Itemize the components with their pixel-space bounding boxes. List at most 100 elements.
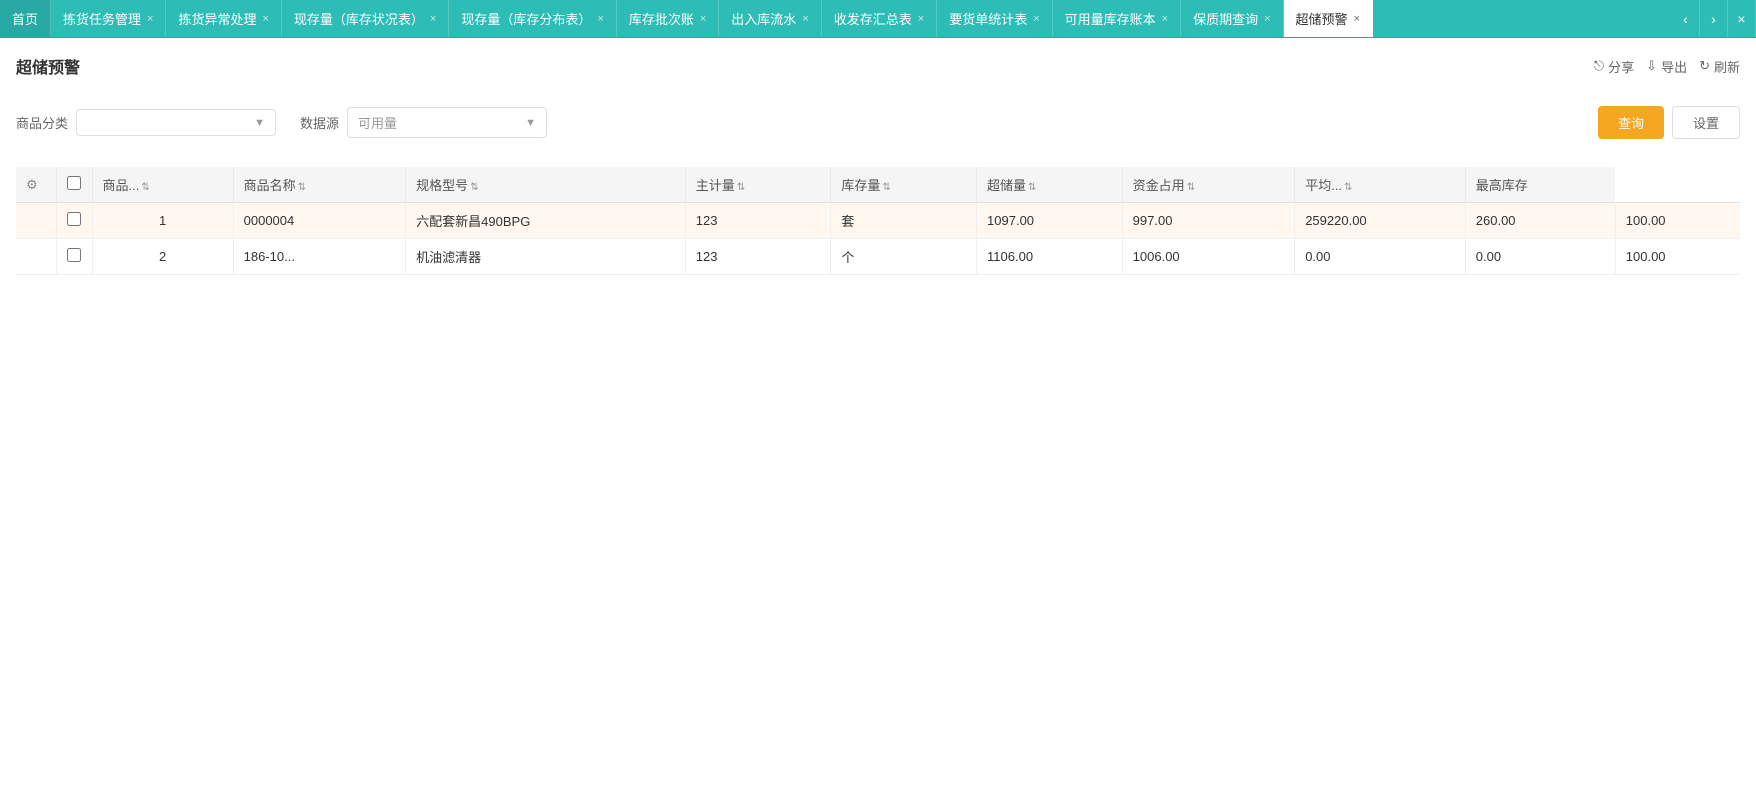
- col-settings: ⚙: [16, 167, 56, 203]
- export-label: 导出: [1661, 57, 1687, 76]
- filter-area: 商品分类 ▼ 数据源 可用量 ▼ 查询 设置: [16, 94, 1740, 151]
- row-max-stock: 100.00: [1615, 203, 1740, 239]
- nav-item-task-mgmt[interactable]: 拣货任务管理 ×: [51, 0, 166, 37]
- page-header: 超储预警 ⎋ 分享 ⇩ 导出 ↻ 刷新: [16, 54, 1740, 78]
- col-product-code[interactable]: 商品...⇅: [92, 167, 233, 203]
- row-overstock-qty: 1006.00: [1122, 239, 1295, 275]
- category-filter: 商品分类 ▼: [16, 109, 276, 136]
- nav-close-icon[interactable]: ×: [597, 13, 603, 25]
- col-stock-qty[interactable]: 库存量⇅: [831, 167, 977, 203]
- row-max-stock: 100.00: [1615, 239, 1740, 275]
- row-product-code: 186-10...: [233, 239, 406, 275]
- data-table: ⚙ 商品...⇅ 商品名称⇅ 规格型号⇅ 主计量⇅ 库存量⇅ 超储量⇅ 资金占用…: [16, 167, 1740, 275]
- nav-close-icon[interactable]: ×: [1354, 13, 1360, 25]
- row-product-name: 六配套新昌490BPG: [406, 203, 686, 239]
- nav-close-icon[interactable]: ×: [802, 13, 808, 25]
- share-button[interactable]: ⎋ 分享: [1594, 57, 1634, 76]
- row-overstock-qty: 997.00: [1122, 203, 1295, 239]
- nav-close-icon[interactable]: ×: [1264, 13, 1270, 25]
- col-capital-occ[interactable]: 资金占用⇅: [1122, 167, 1295, 203]
- nav-item-stock-status[interactable]: 现存量（库存状况表） ×: [282, 0, 449, 37]
- col-spec[interactable]: 规格型号⇅: [406, 167, 686, 203]
- nav-close-icon[interactable]: ×: [700, 13, 706, 25]
- nav-item-label: 现存量（库存状况表）: [294, 9, 424, 28]
- nav-item-exception-proc[interactable]: 拣货异常处理×: [166, 0, 281, 37]
- nav-item-label: 保质期查询: [1193, 9, 1258, 28]
- table-header-row: ⚙ 商品...⇅ 商品名称⇅ 规格型号⇅ 主计量⇅ 库存量⇅ 超储量⇅ 资金占用…: [16, 167, 1740, 203]
- nav-item-order-stats[interactable]: 要货单统计表 ×: [937, 0, 1052, 37]
- nav-item-stock-batch[interactable]: 库存批次账×: [617, 0, 719, 37]
- datasource-select-value: 可用量: [358, 113, 397, 132]
- row-gear-cell: [16, 203, 56, 239]
- row-capital-occ: 0.00: [1295, 239, 1466, 275]
- nav-close-icon[interactable]: ×: [430, 13, 436, 25]
- row-avg: 0.00: [1465, 239, 1615, 275]
- nav-prev-arrow[interactable]: ‹: [1672, 0, 1700, 37]
- refresh-icon: ↻: [1699, 58, 1710, 74]
- top-navigation: 首页拣货任务管理×拣货异常处理×现存量（库存状况表）×现存量（库存分布表）×库存…: [0, 0, 1756, 38]
- row-product-code: 0000004: [233, 203, 406, 239]
- nav-more-arrow[interactable]: ×: [1728, 0, 1756, 37]
- nav-item-in-out-flow[interactable]: 出入库流水 ×: [719, 0, 821, 37]
- row-stock-qty: 1097.00: [977, 203, 1123, 239]
- row-unit: 套: [831, 203, 977, 239]
- col-product-name[interactable]: 商品名称⇅: [233, 167, 406, 203]
- row-number: 1: [92, 203, 233, 239]
- nav-item-label: 要货单统计表: [949, 9, 1027, 28]
- nav-next-arrow[interactable]: ›: [1700, 0, 1728, 37]
- row-spec: 123: [685, 203, 831, 239]
- nav-item-stock-dist[interactable]: 现存量（库存分布表） ×: [449, 0, 616, 37]
- datasource-label: 数据源: [300, 113, 339, 132]
- share-label: 分享: [1608, 57, 1634, 76]
- settings-gear-icon[interactable]: ⚙: [26, 177, 38, 192]
- col-avg[interactable]: 平均...⇅: [1295, 167, 1466, 203]
- nav-item-avail-stock[interactable]: 可用量库存账本 ×: [1053, 0, 1181, 37]
- row-gear-cell: [16, 239, 56, 275]
- refresh-button[interactable]: ↻ 刷新: [1699, 57, 1740, 76]
- select-all-checkbox[interactable]: [67, 176, 81, 190]
- row-avg: 260.00: [1465, 203, 1615, 239]
- page-actions: ⎋ 分享 ⇩ 导出 ↻ 刷新: [1594, 57, 1740, 76]
- table-row: 1 0000004 六配套新昌490BPG 123 套 1097.00 997.…: [16, 203, 1740, 239]
- nav-item-label: 出入库流水: [731, 9, 796, 28]
- nav-close-icon[interactable]: ×: [262, 13, 268, 25]
- row-product-name: 机油滤清器: [406, 239, 686, 275]
- nav-item-recv-send[interactable]: 收发存汇总表 ×: [822, 0, 937, 37]
- settings-button[interactable]: 设置: [1672, 106, 1740, 139]
- nav-item-label: 可用量库存账本: [1065, 9, 1156, 28]
- nav-item-label: 收发存汇总表: [834, 9, 912, 28]
- nav-close-icon[interactable]: ×: [1033, 13, 1039, 25]
- row-unit: 个: [831, 239, 977, 275]
- export-icon: ⇩: [1646, 58, 1657, 74]
- nav-close-icon[interactable]: ×: [918, 13, 924, 25]
- nav-close-icon[interactable]: ×: [1162, 13, 1168, 25]
- datasource-filter: 数据源 可用量 ▼: [300, 107, 547, 138]
- page-container: 超储预警 ⎋ 分享 ⇩ 导出 ↻ 刷新 商品分类 ▼ 数据源: [0, 38, 1756, 800]
- row-checkbox-cell[interactable]: [56, 203, 92, 239]
- nav-item-quality-check[interactable]: 保质期查询 ×: [1181, 0, 1283, 37]
- datasource-dropdown-icon: ▼: [525, 117, 536, 129]
- nav-item-home[interactable]: 首页: [0, 0, 51, 37]
- row-checkbox-input[interactable]: [67, 248, 81, 262]
- nav-item-overstock-warn[interactable]: 超储预警 ×: [1284, 0, 1373, 37]
- export-button[interactable]: ⇩ 导出: [1646, 57, 1687, 76]
- nav-item-label: 首页: [12, 9, 38, 28]
- nav-item-label: 拣货任务管理: [63, 9, 141, 28]
- nav-item-label: 超储预警: [1296, 9, 1348, 28]
- col-overstock-qty[interactable]: 超储量⇅: [977, 167, 1123, 203]
- nav-close-icon[interactable]: ×: [147, 13, 153, 25]
- col-max-stock[interactable]: 最高库存: [1465, 167, 1615, 203]
- col-checkbox: [56, 167, 92, 203]
- category-dropdown-icon: ▼: [254, 117, 265, 129]
- share-icon: ⎋: [1594, 58, 1604, 74]
- category-label: 商品分类: [16, 113, 68, 132]
- col-unit[interactable]: 主计量⇅: [685, 167, 831, 203]
- nav-item-label: 现存量（库存分布表）: [461, 9, 591, 28]
- filter-buttons: 查询 设置: [1598, 106, 1740, 139]
- datasource-select[interactable]: 可用量 ▼: [347, 107, 547, 138]
- query-button[interactable]: 查询: [1598, 106, 1664, 139]
- category-select[interactable]: ▼: [76, 109, 276, 136]
- row-spec: 123: [685, 239, 831, 275]
- row-checkbox-input[interactable]: [67, 212, 81, 226]
- row-checkbox-cell[interactable]: [56, 239, 92, 275]
